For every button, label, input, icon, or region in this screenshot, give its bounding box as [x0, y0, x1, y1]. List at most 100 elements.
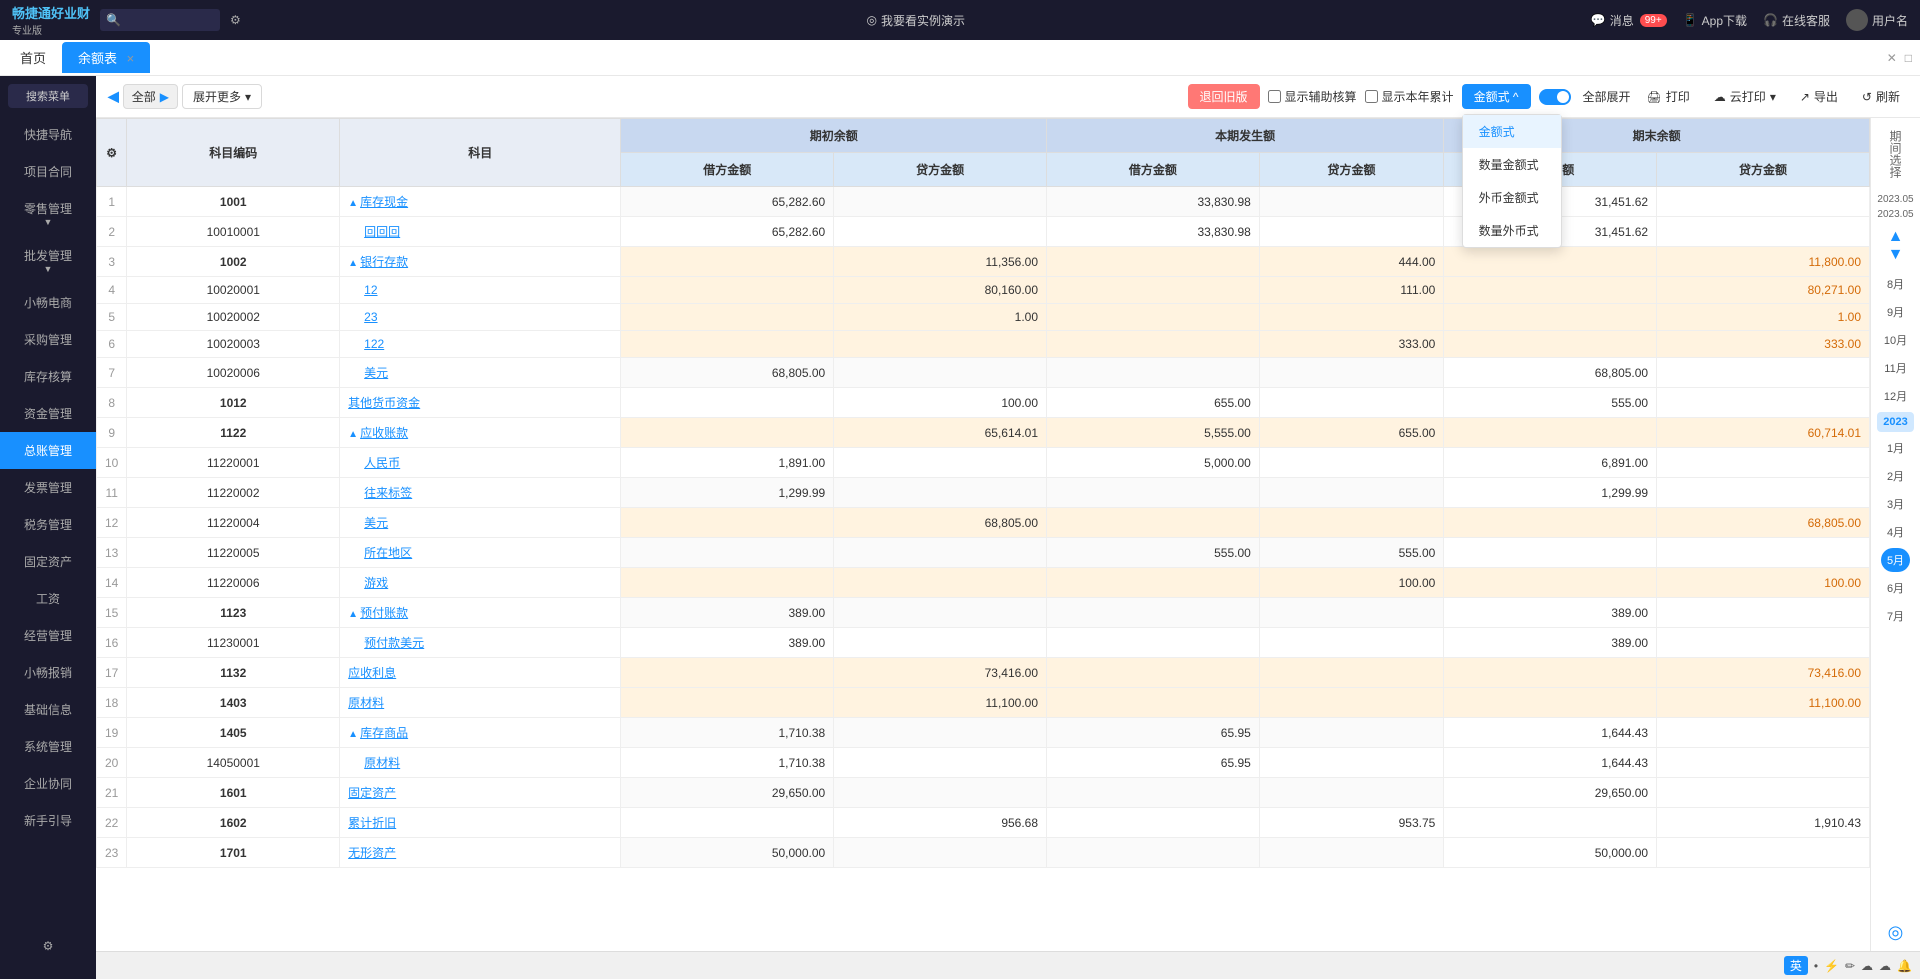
breadcrumb-back-arrow[interactable]: ◀ [108, 88, 119, 105]
expand-row-icon[interactable]: ▲ [348, 258, 358, 269]
amount-style-btn[interactable]: 金额式 ^ [1462, 84, 1531, 109]
account-name-link[interactable]: 美元 [364, 516, 388, 530]
status-edit-icon[interactable]: ✏ [1845, 959, 1855, 973]
account-name-link[interactable]: 人民币 [364, 456, 400, 470]
sidebar-item-purchase[interactable]: 采购管理 [0, 321, 96, 358]
account-name-link[interactable]: 库存商品 [360, 726, 408, 740]
maximize-window-btn[interactable]: □ [1905, 51, 1912, 65]
dropdown-item-quantity-foreign[interactable]: 数量外币式 [1463, 214, 1561, 247]
month-3[interactable]: 3月 [1881, 492, 1910, 516]
breadcrumb-arrow-right[interactable]: ▶ [160, 90, 169, 104]
status-lightning-icon[interactable]: ⚡ [1824, 959, 1839, 973]
sidebar-item-basic[interactable]: 基础信息 [0, 691, 96, 728]
account-name-link[interactable]: 122 [364, 337, 384, 351]
status-cloud-icon2[interactable]: ☁ [1879, 959, 1891, 973]
nav-up-icon[interactable]: ▲ [1888, 228, 1904, 246]
tab-balance-sheet[interactable]: 余额表 × [62, 42, 150, 73]
month-10[interactable]: 10月 [1878, 328, 1913, 352]
account-name-link[interactable]: 应收账款 [360, 426, 408, 440]
download-btn[interactable]: 📱 App下载 [1683, 12, 1747, 29]
expand-all-toggle[interactable] [1539, 89, 1571, 105]
year-2023[interactable]: 2023 [1877, 412, 1913, 432]
tab-close-btn[interactable]: × [127, 51, 135, 66]
close-window-btn[interactable]: ✕ [1887, 51, 1897, 65]
sidebar-item-salary[interactable]: 工资 [0, 580, 96, 617]
sidebar-item-capital[interactable]: 资金管理 [0, 395, 96, 432]
account-name-link[interactable]: 往来标签 [364, 486, 412, 500]
account-name-link[interactable]: 23 [364, 310, 377, 324]
search-bar[interactable]: 🔍 [100, 9, 220, 31]
expand-row-icon[interactable]: ▲ [348, 729, 358, 740]
account-name-link[interactable]: 原材料 [364, 756, 400, 770]
account-name-link[interactable]: 预付款美元 [364, 636, 424, 650]
expand-row-icon[interactable]: ▲ [348, 198, 358, 209]
account-name-link[interactable]: 库存现金 [360, 195, 408, 209]
gear-icon[interactable]: ⚙ [230, 13, 241, 27]
sidebar-item-retail[interactable]: 零售管理 ▼ [0, 190, 96, 237]
message-btn[interactable]: 💬 消息 99+ [1591, 12, 1667, 29]
sidebar-item-operations[interactable]: 经营管理 [0, 617, 96, 654]
sidebar-item-system[interactable]: 系统管理 [0, 728, 96, 765]
export-btn[interactable]: ↗ 导出 [1792, 84, 1846, 109]
month-8[interactable]: 8月 [1881, 272, 1910, 296]
sidebar-item-coop[interactable]: 企业协同 [0, 765, 96, 802]
expand-more-btn[interactable]: 展开更多 ▾ [182, 84, 262, 109]
sidebar-search[interactable]: 搜索菜单 [8, 84, 88, 108]
account-name-link[interactable]: 所在地区 [364, 546, 412, 560]
tab-home[interactable]: 首页 [8, 42, 58, 73]
month-11[interactable]: 11月 [1878, 356, 1912, 380]
account-name-link[interactable]: 银行存款 [360, 255, 408, 269]
right-panel-title[interactable]: 期间选择 [1883, 126, 1908, 182]
status-cloud-icon1[interactable]: ☁ [1861, 959, 1873, 973]
service-btn[interactable]: 🎧 在线客服 [1763, 12, 1830, 29]
nav-down-icon[interactable]: ▼ [1888, 246, 1904, 264]
account-name-link[interactable]: 固定资产 [348, 786, 396, 800]
account-name-link[interactable]: 原材料 [348, 696, 384, 710]
back-btn[interactable]: 退回旧版 [1188, 84, 1260, 109]
account-name-link[interactable]: 12 [364, 283, 377, 297]
sidebar-item-ledger[interactable]: 总账管理 [0, 432, 96, 469]
account-name-link[interactable]: 回回回 [364, 225, 400, 239]
sidebar-settings[interactable]: ⚙ [39, 929, 58, 963]
sidebar-item-project[interactable]: 项目合同 [0, 153, 96, 190]
sidebar-item-guide[interactable]: 新手引导 [0, 802, 96, 839]
account-name-link[interactable]: 美元 [364, 366, 388, 380]
status-translate-icon[interactable]: 英 [1784, 956, 1808, 975]
month-2[interactable]: 2月 [1881, 464, 1910, 488]
sidebar-item-sales[interactable]: 小畅报销 [0, 654, 96, 691]
account-name-link[interactable]: 其他货币资金 [348, 396, 420, 410]
show-assist-checkbox[interactable] [1268, 90, 1281, 103]
account-name-link[interactable]: 累计折旧 [348, 816, 396, 830]
month-6[interactable]: 6月 [1881, 576, 1910, 600]
month-7[interactable]: 7月 [1881, 604, 1910, 628]
account-name-link[interactable]: 无形资产 [348, 846, 396, 860]
dropdown-item-amount[interactable]: 金额式 [1463, 115, 1561, 148]
expand-row-icon[interactable]: ▲ [348, 429, 358, 440]
sidebar-item-inventory[interactable]: 库存核算 [0, 358, 96, 395]
expand-row-icon[interactable]: ▲ [348, 609, 358, 620]
month-4[interactable]: 4月 [1881, 520, 1910, 544]
user-btn[interactable]: 用户名 [1846, 9, 1908, 31]
sidebar-item-invoice[interactable]: 发票管理 [0, 469, 96, 506]
month-12[interactable]: 12月 [1878, 384, 1913, 408]
sidebar-item-ecommerce[interactable]: 小畅电商 [0, 284, 96, 321]
sidebar-item-quick-nav[interactable]: 快捷导航 [0, 116, 96, 153]
month-9[interactable]: 9月 [1881, 300, 1910, 324]
account-name-link[interactable]: 预付账款 [360, 606, 408, 620]
sidebar-item-assets[interactable]: 固定资产 [0, 543, 96, 580]
demo-link[interactable]: ◎ 我要看实例演示 [867, 12, 966, 29]
refresh-btn[interactable]: ↺ 刷新 [1854, 84, 1908, 109]
show-ytd-checkbox[interactable] [1365, 90, 1378, 103]
sidebar-item-wholesale[interactable]: 批发管理 ▼ [0, 237, 96, 284]
th-settings[interactable]: ⚙ [97, 119, 127, 187]
dropdown-item-foreign-amount[interactable]: 外币金额式 [1463, 181, 1561, 214]
sidebar-item-tax[interactable]: 税务管理 [0, 506, 96, 543]
print-btn[interactable]: 🖨 打印 [1639, 84, 1698, 109]
status-bell-icon[interactable]: 🔔 [1897, 959, 1912, 973]
dropdown-item-quantity-amount[interactable]: 数量金额式 [1463, 148, 1561, 181]
month-1[interactable]: 1月 [1881, 436, 1910, 460]
month-5[interactable]: 5月 [1881, 548, 1910, 572]
account-name-link[interactable]: 应收利息 [348, 666, 396, 680]
cloud-print-btn[interactable]: ☁ 云打印 ▾ [1706, 84, 1784, 109]
account-name-link[interactable]: 游戏 [364, 576, 388, 590]
